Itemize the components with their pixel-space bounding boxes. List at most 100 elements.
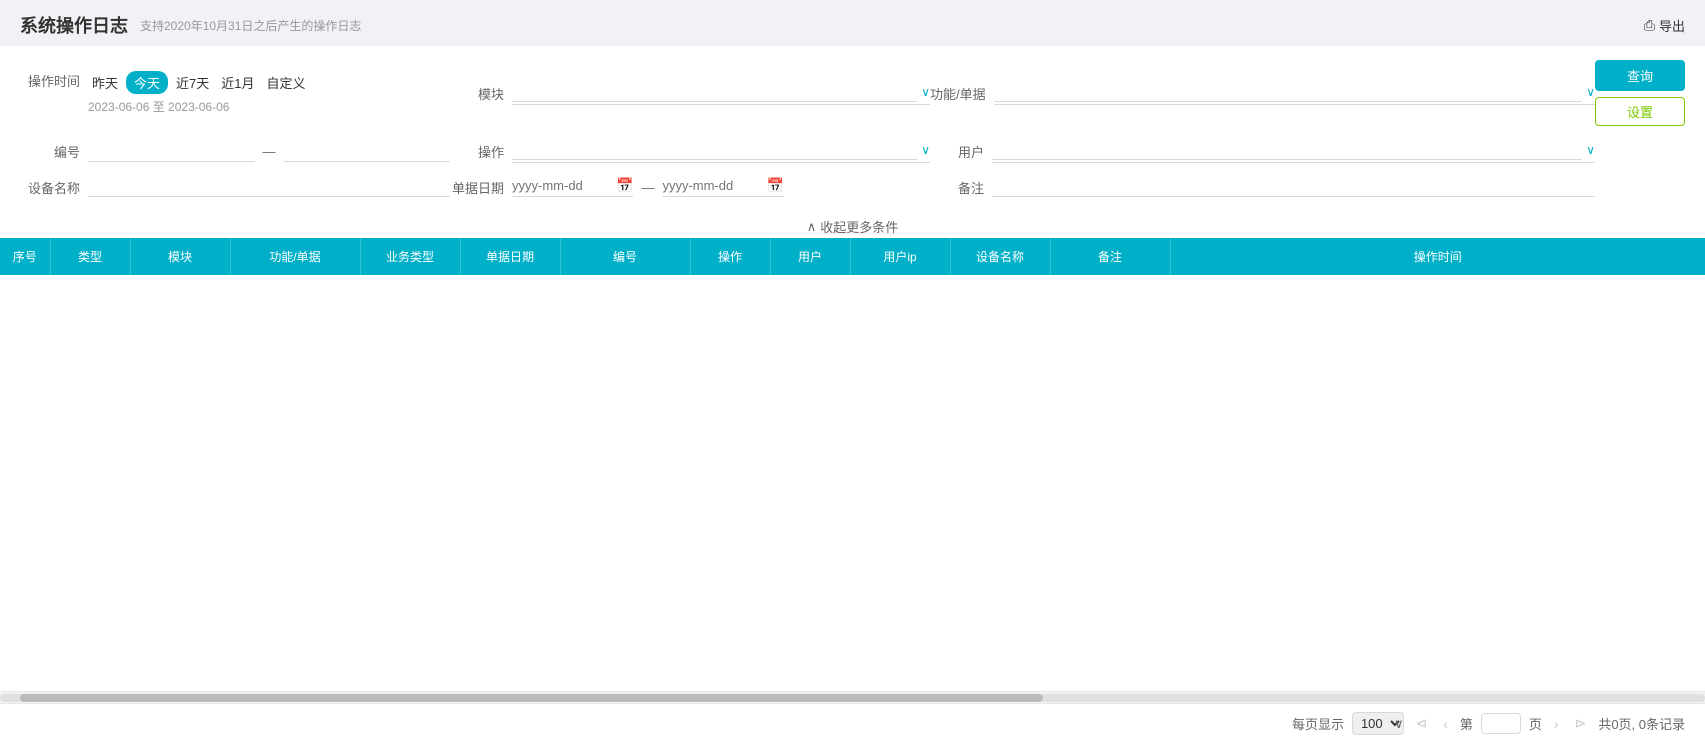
table-header-row: 序号 类型 模块 功能/单据 业务类型 单据日期 编号 操作 用户 用户ip 设… (0, 238, 1705, 275)
device-filter: 设备名称 (20, 177, 450, 197)
date-to-input[interactable] (662, 178, 762, 193)
remark-filter: 备注 (930, 177, 1685, 197)
date-dash: — (641, 180, 654, 195)
collapse-label: 收起更多条件 (820, 217, 898, 236)
col-code: 编号 (560, 238, 690, 275)
function-select-wrapper: ∨ (994, 82, 1595, 105)
per-page-select[interactable]: 100 10 20 50 200 (1352, 712, 1404, 735)
filter-row-3: 设备名称 单据日期 📅 — 📅 备注 (20, 177, 1685, 197)
col-module: 模块 (130, 238, 230, 275)
query-button[interactable]: 查询 (1595, 60, 1685, 91)
operation-input[interactable] (512, 140, 917, 160)
page-header: 系统操作日志 支持2020年10月31日之后产生的操作日志 ⎙ 导出 (0, 0, 1705, 46)
function-filter: 功能/单据 ∨ (930, 82, 1595, 105)
time-btn-today[interactable]: 今天 (126, 71, 168, 94)
operation-filter: 操作 ∨ (450, 140, 930, 163)
remark-label: 备注 (930, 178, 984, 197)
table-header: 序号 类型 模块 功能/单据 业务类型 单据日期 编号 操作 用户 用户ip 设… (0, 238, 1705, 275)
col-remark: 备注 (1050, 238, 1170, 275)
module-dropdown-icon[interactable]: ∨ (921, 85, 930, 99)
code-input-to[interactable] (284, 142, 451, 162)
col-userip: 用户ip (850, 238, 950, 275)
user-select-wrapper: ∨ (992, 140, 1595, 163)
page-prefix-label: 第 (1460, 714, 1473, 733)
data-table: 序号 类型 模块 功能/单据 业务类型 单据日期 编号 操作 用户 用户ip 设… (0, 238, 1705, 275)
action-buttons: 查询 设置 (1595, 60, 1685, 126)
export-label: 导出 (1659, 16, 1685, 35)
module-label: 模块 (450, 84, 504, 103)
time-controls: 昨天 今天 近7天 近1月 自定义 2023-06-06 至 2023-06-0… (88, 71, 310, 115)
user-filter: 用户 ∨ (930, 140, 1685, 163)
export-button[interactable]: ⎙ 导出 (1644, 16, 1685, 35)
col-seq: 序号 (0, 238, 50, 275)
per-page-label: 每页显示 (1292, 714, 1344, 733)
pagination-bar: 每页显示 100 10 20 50 200 ∨ ⊲ ‹ 第 1 页 › ⊳ 共0… (0, 703, 1705, 743)
first-page-button[interactable]: ⊲ (1411, 713, 1431, 734)
prev-page-button[interactable]: ‹ (1439, 714, 1452, 734)
col-function: 功能/单据 (230, 238, 360, 275)
user-input[interactable] (992, 140, 1582, 160)
page-number-input[interactable]: 1 (1481, 713, 1521, 734)
scrollbar-thumb[interactable] (20, 694, 1043, 702)
date-from-input[interactable] (512, 178, 612, 193)
function-label: 功能/单据 (930, 84, 986, 103)
time-range: 2023-06-06 至 2023-06-06 (88, 98, 310, 115)
operation-select-wrapper: ∨ (512, 140, 930, 163)
page-subtitle: 支持2020年10月31日之后产生的操作日志 (140, 17, 361, 34)
module-select-wrapper: ∨ (512, 82, 930, 105)
collapse-row: ∧ 收起更多条件 (20, 211, 1685, 238)
time-btn-1month[interactable]: 近1月 (217, 71, 258, 94)
time-btn-custom[interactable]: 自定义 (263, 71, 310, 94)
remark-input[interactable] (992, 177, 1595, 197)
calendar-from-icon[interactable]: 📅 (616, 177, 633, 194)
filter-row-1: 操作时间 昨天 今天 近7天 近1月 自定义 2023-06-06 至 2023… (20, 60, 1685, 126)
time-btn-7days[interactable]: 近7天 (172, 71, 213, 94)
user-label: 用户 (930, 142, 984, 161)
col-type: 类型 (50, 238, 130, 275)
time-btn-yesterday[interactable]: 昨天 (88, 71, 122, 94)
total-info: 共0页, 0条记录 (1598, 714, 1685, 733)
page-title: 系统操作日志 (20, 12, 128, 38)
next-page-button[interactable]: › (1550, 714, 1563, 734)
col-optime: 操作时间 (1170, 238, 1705, 275)
module-filter: 模块 ∨ (450, 82, 930, 105)
time-btn-row: 昨天 今天 近7天 近1月 自定义 (88, 71, 310, 94)
page-container: 系统操作日志 支持2020年10月31日之后产生的操作日志 ⎙ 导出 操作时间 … (0, 0, 1705, 743)
date-to-wrapper: 📅 (662, 177, 783, 197)
date-from-wrapper: 📅 (512, 177, 633, 197)
col-biztype: 业务类型 (360, 238, 460, 275)
filter-row-2: 编号 — 操作 ∨ 用户 ∨ (20, 140, 1685, 163)
col-date: 单据日期 (460, 238, 560, 275)
scrollbar-track (0, 694, 1705, 702)
operation-dropdown-icon[interactable]: ∨ (921, 143, 930, 157)
device-input[interactable] (88, 177, 450, 197)
collapse-chevron: ∧ (807, 219, 817, 235)
page-suffix-label: 页 (1529, 714, 1542, 733)
device-label: 设备名称 (20, 178, 80, 197)
calendar-to-icon[interactable]: 📅 (766, 177, 783, 194)
date-label: 单据日期 (450, 178, 504, 197)
time-label: 操作时间 (20, 71, 80, 90)
operation-label: 操作 (450, 142, 504, 161)
table-container: 序号 类型 模块 功能/单据 业务类型 单据日期 编号 操作 用户 用户ip 设… (0, 238, 1705, 691)
export-icon: ⎙ (1644, 17, 1655, 34)
col-device: 设备名称 (950, 238, 1050, 275)
code-label: 编号 (20, 142, 80, 161)
last-page-button[interactable]: ⊳ (1571, 713, 1591, 734)
user-dropdown-icon[interactable]: ∨ (1586, 143, 1595, 157)
collapse-button[interactable]: ∧ 收起更多条件 (807, 217, 899, 236)
header-left: 系统操作日志 支持2020年10月31日之后产生的操作日志 (20, 12, 361, 38)
time-filter-group: 操作时间 昨天 今天 近7天 近1月 自定义 2023-06-06 至 2023… (20, 71, 450, 115)
code-input-from[interactable] (88, 142, 255, 162)
code-filter: 编号 — (20, 142, 450, 162)
filter-area: 操作时间 昨天 今天 近7天 近1月 自定义 2023-06-06 至 2023… (0, 46, 1705, 238)
function-dropdown-icon[interactable]: ∨ (1586, 85, 1595, 99)
module-input[interactable] (512, 82, 917, 102)
code-dash: — (263, 144, 276, 159)
settings-button[interactable]: 设置 (1595, 97, 1685, 126)
date-filter: 单据日期 📅 — 📅 (450, 177, 930, 197)
function-input[interactable] (994, 82, 1583, 102)
col-operation: 操作 (690, 238, 770, 275)
col-user: 用户 (770, 238, 850, 275)
scrollbar-area[interactable] (0, 691, 1705, 703)
